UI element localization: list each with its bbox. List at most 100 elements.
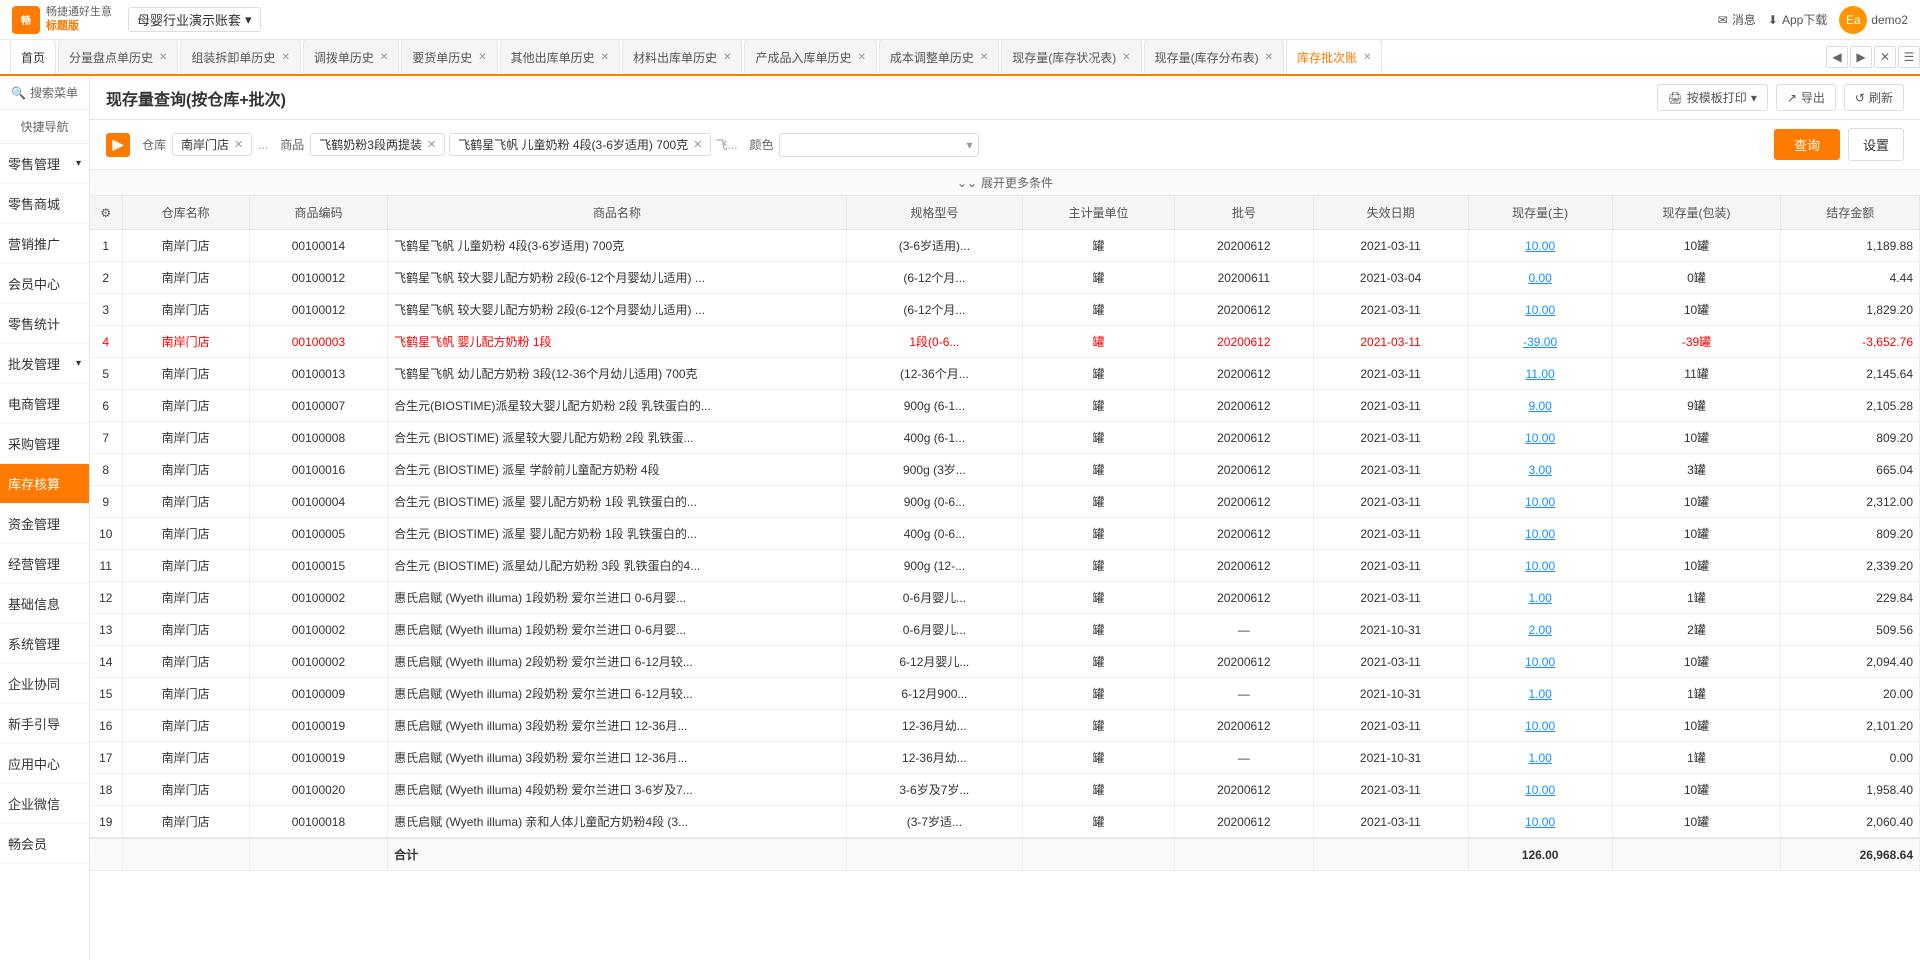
sidebar-item-appcenter[interactable]: 应用中心 <box>0 744 89 784</box>
tab-diao-bo[interactable]: 调拨单历史 ✕ <box>303 40 399 75</box>
print-button[interactable]: 🖨 按模板打印 ▾ <box>1657 84 1768 111</box>
cell-stock-main[interactable]: 10.00 <box>1468 646 1612 678</box>
sidebar-item-inventory[interactable]: 库存核算 <box>0 464 89 504</box>
cell-stock-main[interactable]: 10.00 <box>1468 294 1612 326</box>
sidebar-item-label: 营销推广 <box>8 234 60 253</box>
tag-close-icon[interactable]: ✕ <box>427 138 436 151</box>
tab-cai-liao[interactable]: 材料出库单历史 ✕ <box>622 40 742 75</box>
tag-close-icon[interactable]: ✕ <box>693 138 702 151</box>
sidebar-item-finance[interactable]: 资金管理 <box>0 504 89 544</box>
refresh-button[interactable]: ↺ 刷新 <box>1844 84 1904 111</box>
product-tag-1[interactable]: 飞鹤奶粉3段两提装 ✕ <box>310 133 445 156</box>
messages-button[interactable]: ✉ 消息 <box>1718 11 1756 28</box>
header-actions: 🖨 按模板打印 ▾ ↗ 导出 ↺ 刷新 <box>1657 84 1904 111</box>
tab-close-icon[interactable]: ✕ <box>980 52 988 63</box>
tab-yao-huo[interactable]: 要货单历史 ✕ <box>401 40 497 75</box>
warehouse-tag[interactable]: 南岸门店 ✕ <box>172 133 252 156</box>
cell-stock-main[interactable]: 10.00 <box>1468 230 1612 262</box>
cell-stock-main[interactable]: 10.00 <box>1468 806 1612 839</box>
cell-warehouse: 南岸门店 <box>122 454 249 486</box>
query-button[interactable]: 查询 <box>1774 129 1840 160</box>
tab-chan-pin[interactable]: 产成品入库单历史 ✕ <box>744 40 876 75</box>
tab-close-icon[interactable]: ✕ <box>159 52 167 63</box>
tab-prev-button[interactable]: ◀ <box>1826 46 1848 68</box>
sidebar-item-wholesale[interactable]: 批发管理▾ <box>0 344 89 384</box>
printer-icon: 🖨 <box>1668 91 1683 105</box>
sidebar-item-retail-shop[interactable]: 零售商城 <box>0 184 89 224</box>
tab-close-icon[interactable]: ✕ <box>478 52 486 63</box>
cell-spec: 0-6月婴儿... <box>846 614 1022 646</box>
tab-xian-cun-fen[interactable]: 现存量(库存分布表) ✕ <box>1144 40 1284 75</box>
sidebar-item-retail[interactable]: 零售管理▾ <box>0 144 89 184</box>
cell-stock-main[interactable]: 0.00 <box>1468 262 1612 294</box>
sidebar-item-vip[interactable]: 畅会员 <box>0 824 89 864</box>
tab-close-icon[interactable]: ✕ <box>281 52 289 63</box>
cell-stock-main[interactable]: 10.00 <box>1468 518 1612 550</box>
col-settings[interactable]: ⚙ <box>90 196 122 230</box>
tab-menu-button[interactable]: ☰ <box>1898 46 1920 68</box>
sidebar-search-button[interactable]: 🔍 搜索菜单 <box>0 76 89 110</box>
tab-qi-ta[interactable]: 其他出库单历史 ✕ <box>500 40 620 75</box>
settings-button[interactable]: 设置 <box>1848 128 1904 161</box>
app-download-button[interactable]: ⬇ App下载 <box>1768 11 1827 28</box>
tab-home[interactable]: 首页 <box>10 40 56 75</box>
filter-expand-button[interactable]: ▶ <box>106 133 130 157</box>
color-filter-input[interactable]: ▾ <box>779 133 979 157</box>
sidebar-item-wechat[interactable]: 企业微信 <box>0 784 89 824</box>
sidebar-item-ecommerce[interactable]: 电商管理 <box>0 384 89 424</box>
tab-pi-ci[interactable]: 库存批次账 ✕ <box>1286 40 1382 75</box>
sidebar-item-basic[interactable]: 基础信息 <box>0 584 89 624</box>
cell-stock-main[interactable]: 2.00 <box>1468 614 1612 646</box>
user-profile[interactable]: Ea demo2 <box>1839 6 1908 34</box>
cell-name: 惠氏启赋 (Wyeth illuma) 亲和人体儿童配方奶粉4段 (3... <box>388 806 847 839</box>
tab-cheng-ben[interactable]: 成本调整单历史 ✕ <box>879 40 999 75</box>
export-button[interactable]: ↗ 导出 <box>1776 84 1836 111</box>
cell-stock-main[interactable]: 11.00 <box>1468 358 1612 390</box>
sidebar-item-marketing[interactable]: 营销推广 <box>0 224 89 264</box>
tab-close-icon[interactable]: ✕ <box>601 52 609 63</box>
expand-more-button[interactable]: ⌄⌄ 展开更多条件 <box>957 174 1053 191</box>
cell-stock-main[interactable]: 10.00 <box>1468 486 1612 518</box>
breadcrumb-select[interactable]: 母婴行业演示账套 ▾ <box>128 7 261 32</box>
tab-xian-cun-ku[interactable]: 现存量(库存状况表) ✕ <box>1001 40 1141 75</box>
sidebar-quick-nav[interactable]: 快捷导航 <box>0 110 89 144</box>
tab-close-icon[interactable]: ✕ <box>380 52 388 63</box>
product-tag-2[interactable]: 飞鹤星飞帆 儿童奶粉 4段(3-6岁适用) 700克 ✕ <box>449 133 711 156</box>
cell-stock-main[interactable]: 3.00 <box>1468 454 1612 486</box>
sidebar-item-member[interactable]: 会员中心 <box>0 264 89 304</box>
tab-close-icon[interactable]: ✕ <box>723 52 731 63</box>
tag-close-icon[interactable]: ✕ <box>234 138 243 151</box>
tab-close-icon[interactable]: ✕ <box>1363 52 1371 63</box>
tab-next-button[interactable]: ▶ <box>1850 46 1872 68</box>
sidebar-item-purchase[interactable]: 采购管理 <box>0 424 89 464</box>
tab-fen-pan[interactable]: 分量盘点单历史 ✕ <box>58 40 178 75</box>
cell-stock-main[interactable]: 1.00 <box>1468 582 1612 614</box>
cell-index: 4 <box>90 326 122 358</box>
sidebar-item-label: 会员中心 <box>8 274 60 293</box>
cell-stock-main[interactable]: 9.00 <box>1468 390 1612 422</box>
cell-code: 00100012 <box>249 294 387 326</box>
sidebar-item-system[interactable]: 系统管理 <box>0 624 89 664</box>
product-filter-more[interactable]: 飞... <box>715 136 737 153</box>
cell-stock-main[interactable]: 10.00 <box>1468 422 1612 454</box>
cell-stock-pkg: 1罐 <box>1612 582 1781 614</box>
tab-zu-chai[interactable]: 组装拆卸单历史 ✕ <box>180 40 300 75</box>
tab-close-icon[interactable]: ✕ <box>1265 52 1273 63</box>
cell-name: 惠氏启赋 (Wyeth illuma) 3段奶粉 爱尔兰进口 12-36月... <box>388 742 847 774</box>
tab-close-all-button[interactable]: ✕ <box>1874 46 1896 68</box>
sidebar-item-cooperation[interactable]: 企业协同 <box>0 664 89 704</box>
tab-close-icon[interactable]: ✕ <box>1122 52 1130 63</box>
cell-stock-main[interactable]: 10.00 <box>1468 774 1612 806</box>
cell-stock-main[interactable]: 10.00 <box>1468 710 1612 742</box>
cell-stock-pkg: 10罐 <box>1612 422 1781 454</box>
cell-stock-main[interactable]: 10.00 <box>1468 550 1612 582</box>
sidebar-item-stats[interactable]: 零售统计 <box>0 304 89 344</box>
sidebar-item-newguide[interactable]: 新手引导 <box>0 704 89 744</box>
warehouse-filter-more[interactable]: ... <box>258 138 268 152</box>
cell-index: 10 <box>90 518 122 550</box>
cell-stock-main[interactable]: -39.00 <box>1468 326 1612 358</box>
sidebar-item-operations[interactable]: 经营管理 <box>0 544 89 584</box>
tab-close-icon[interactable]: ✕ <box>857 52 865 63</box>
cell-stock-main[interactable]: 1.00 <box>1468 678 1612 710</box>
cell-stock-main[interactable]: 1.00 <box>1468 742 1612 774</box>
